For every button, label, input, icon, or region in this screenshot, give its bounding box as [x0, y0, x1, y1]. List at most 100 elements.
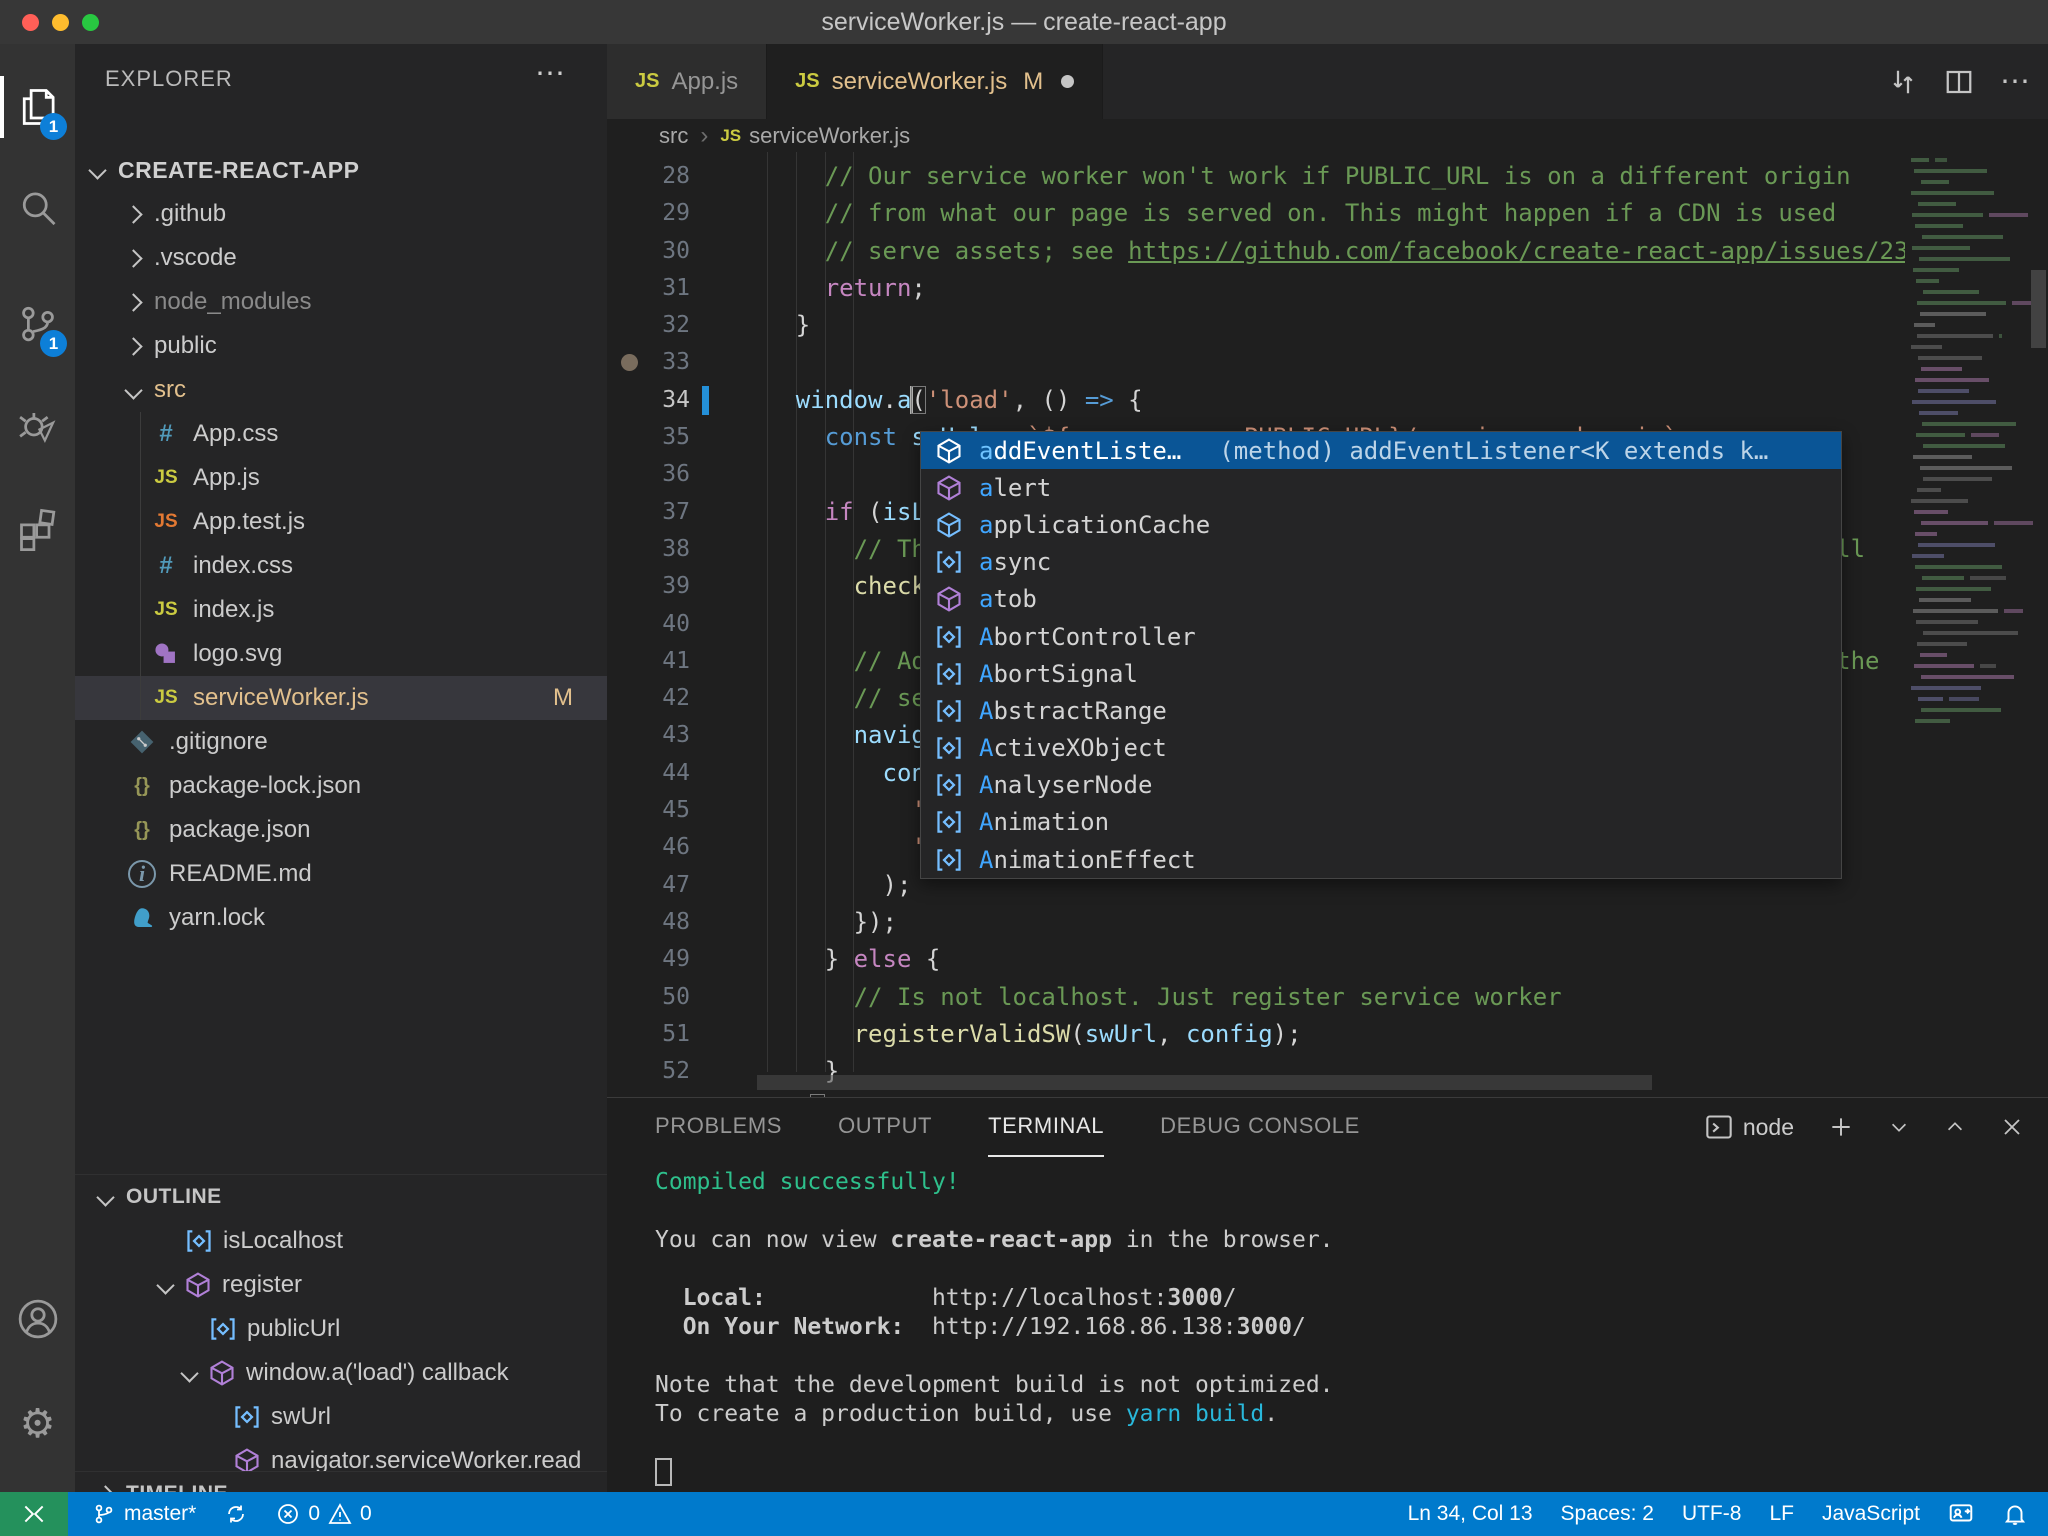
settings-gear-button[interactable]: ⚙ [0, 1379, 75, 1469]
suggest-label: Animation [979, 808, 1110, 837]
suggest-item-animation[interactable]: Animation [921, 804, 1841, 841]
line-number: 28 [662, 163, 690, 189]
suggest-item-async[interactable]: async [921, 544, 1841, 581]
encoding-status[interactable]: UTF-8 [1668, 1492, 1756, 1536]
chevron-down-icon[interactable] [1888, 1116, 1910, 1138]
sidebar-item-index-js[interactable]: JS index.js [75, 588, 607, 632]
code-line-50[interactable]: 50 // Is not localhost. Just register se… [607, 979, 2048, 1016]
sidebar-item-package-lock-json[interactable]: {} package-lock.json [75, 764, 607, 808]
open-changes-icon[interactable] [1888, 67, 1918, 97]
git-branch-status[interactable]: master* [78, 1492, 210, 1536]
panel-tab-problems[interactable]: PROBLEMS [655, 1097, 782, 1157]
outline-item-islocalhost[interactable]: isLocalhost [75, 1219, 607, 1263]
sidebar-item-logo-svg[interactable]: logo.svg [75, 632, 607, 676]
line-number: 50 [662, 983, 690, 1010]
sidebar-item-src[interactable]: src [75, 368, 607, 412]
sidebar-item-public[interactable]: public [75, 324, 607, 368]
code-line-28[interactable]: 28 // Our service worker won't work if P… [607, 158, 2048, 195]
dirty-indicator[interactable] [1061, 75, 1075, 88]
remote-indicator[interactable] [0, 1492, 68, 1536]
sidebar-item-app-css[interactable]: # App.css [75, 412, 607, 456]
outline-header[interactable]: OUTLINE [75, 1174, 607, 1219]
code-line-34[interactable]: 34 window.a('load', () => { [607, 382, 2048, 419]
search-activity-button[interactable] [0, 164, 75, 254]
minimap[interactable] [1905, 152, 2033, 1097]
tree-root[interactable]: CREATE-REACT-APP [75, 148, 607, 192]
source-control-activity-button[interactable]: 1 [0, 279, 75, 369]
code-line-31[interactable]: 31 return; [607, 270, 2048, 307]
suggest-item-applicationcache[interactable]: applicationCache [921, 506, 1841, 543]
sidebar-item-index-css[interactable]: # index.css [75, 544, 607, 588]
sidebar-item-yarn-lock[interactable]: yarn.lock [75, 896, 607, 940]
sync-icon [228, 1505, 245, 1523]
sidebar-item-app-js[interactable]: JS App.js [75, 456, 607, 500]
terminal-output[interactable]: Compiled successfully! You can now view … [655, 1168, 2035, 1490]
sidebar-item-readme-md[interactable]: i README.md [75, 852, 607, 896]
explorer-more-actions-button[interactable]: ⋯ [535, 56, 567, 91]
panel-tab-terminal[interactable]: TERMINAL [988, 1097, 1105, 1157]
language-mode-status[interactable]: JavaScript [1808, 1492, 1934, 1536]
breadcrumb[interactable]: src › JS serviceWorker.js [607, 119, 2048, 152]
outline-item-window-a-load-callback[interactable]: window.a('load') callback [75, 1351, 607, 1395]
sidebar-item-node-modules[interactable]: node_modules [75, 280, 607, 324]
sidebar-item-app-test-js[interactable]: JS App.test.js [75, 500, 607, 544]
explorer-activity-button[interactable]: 1 [0, 62, 75, 152]
code-line-29[interactable]: 29 // from what our page is served on. T… [607, 195, 2048, 232]
suggest-item-atob[interactable]: atob [921, 581, 1841, 618]
suggest-item-abortsignal[interactable]: AbortSignal [921, 655, 1841, 692]
close-panel-icon[interactable] [2000, 1115, 2024, 1139]
suggest-item-animationeffect[interactable]: AnimationEffect [921, 841, 1841, 878]
problems-status[interactable]: 0 0 [262, 1492, 385, 1536]
breadcrumb-file[interactable]: serviceWorker.js [749, 123, 910, 149]
code-editor[interactable]: 28 // Our service worker won't work if P… [607, 152, 2048, 1097]
vertical-scrollbar[interactable] [2031, 270, 2046, 348]
code-line-30[interactable]: 30 // serve assets; see https://github.c… [607, 233, 2048, 270]
suggest-item-addeventliste-[interactable]: addEventListe… (method) addEventListener<… [921, 432, 1841, 470]
code-line-53[interactable]: 53 }); [607, 1090, 2048, 1097]
code-line-33[interactable]: 33 [607, 344, 2048, 381]
extensions-activity-button[interactable] [0, 484, 75, 574]
tab-bar: JS App.js JS serviceWorker.js M [607, 44, 2048, 119]
split-editor-icon[interactable] [1944, 67, 1974, 97]
tab-serviceworker-js[interactable]: JS serviceWorker.js M [767, 44, 1104, 119]
suggest-item-alert[interactable]: alert [921, 469, 1841, 506]
notifications-button[interactable] [1988, 1492, 2048, 1536]
outline-item-publicurl[interactable]: publicUrl [75, 1307, 607, 1351]
eol-status[interactable]: LF [1755, 1492, 1808, 1536]
panel-tab-output[interactable]: OUTPUT [838, 1097, 932, 1157]
sync-changes-button[interactable] [210, 1492, 262, 1536]
outline-item-swurl[interactable]: swUrl [75, 1395, 607, 1439]
suggest-item-activexobject[interactable]: ActiveXObject [921, 730, 1841, 767]
panel-tab-debug-console[interactable]: DEBUG CONSOLE [1160, 1097, 1360, 1157]
suggest-item-abortcontroller[interactable]: AbortController [921, 618, 1841, 655]
sidebar-item-serviceworker-js[interactable]: JS serviceWorker.js M [75, 676, 607, 720]
suggest-item-analysernode[interactable]: AnalyserNode [921, 767, 1841, 804]
sidebar-item--gitignore[interactable]: .gitignore [75, 720, 607, 764]
terminal-shell-selector[interactable]: node [1705, 1113, 1794, 1141]
outline-item-navigator-serviceworker-read[interactable]: navigator.serviceWorker.read [75, 1439, 607, 1471]
maximize-panel-icon[interactable] [1944, 1116, 1966, 1138]
run-debug-activity-button[interactable] [0, 379, 75, 469]
outline-item-register[interactable]: register [75, 1263, 607, 1307]
sidebar-item--vscode[interactable]: .vscode [75, 236, 607, 280]
suggest-item-abstractrange[interactable]: AbstractRange [921, 692, 1841, 729]
breadcrumb-folder[interactable]: src [659, 123, 688, 149]
code-line-51[interactable]: 51 registerValidSW(swUrl, config); [607, 1016, 2048, 1053]
readme-file-icon: i [128, 860, 156, 888]
horizontal-scrollbar[interactable] [757, 1075, 1652, 1090]
sidebar-title: EXPLORER [105, 66, 233, 91]
code-line-48[interactable]: 48 }); [607, 904, 2048, 941]
cursor-position-status[interactable]: Ln 34, Col 13 [1394, 1492, 1547, 1536]
suggest-label: applicationCache [979, 510, 1211, 539]
code-line-49[interactable]: 49 } else { [607, 941, 2048, 978]
code-line-32[interactable]: 32 } [607, 307, 2048, 344]
new-terminal-icon[interactable] [1828, 1114, 1854, 1140]
sidebar-item-package-json[interactable]: {} package.json [75, 808, 607, 852]
sidebar-item--github[interactable]: .github [75, 192, 607, 236]
timeline-header[interactable]: TIMELINE [75, 1471, 607, 1492]
indentation-status[interactable]: Spaces: 2 [1547, 1492, 1668, 1536]
account-button[interactable] [0, 1274, 75, 1364]
feedback-button[interactable] [1934, 1492, 1988, 1536]
tab-app-js[interactable]: JS App.js [607, 44, 768, 119]
more-actions-icon[interactable]: ⋯ [2000, 64, 2030, 99]
